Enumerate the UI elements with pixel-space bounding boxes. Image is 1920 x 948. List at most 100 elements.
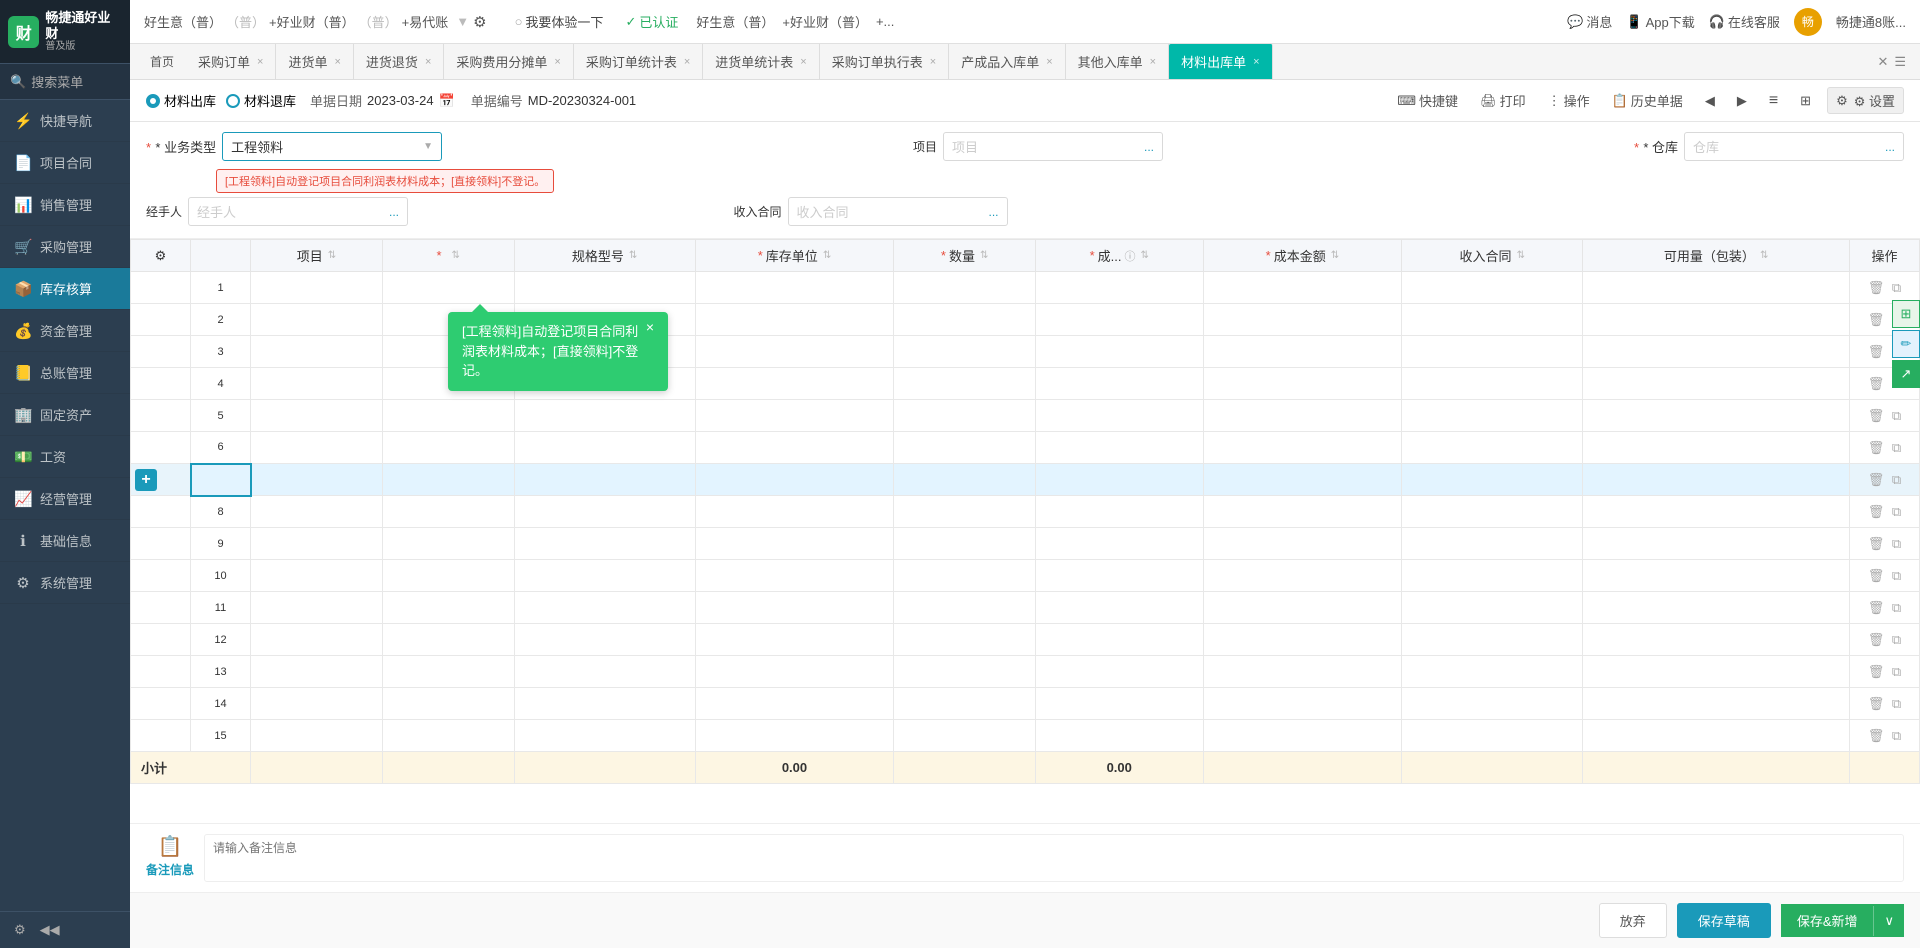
tab-menu[interactable]: ☰ [1894,54,1906,70]
shortcut-btn[interactable]: ⌨ 快捷键 [1391,88,1464,113]
tab-purchase-stats[interactable]: 采购订单统计表 × [574,44,703,80]
delete-icon[interactable]: 🗑 [1868,344,1885,359]
project-input[interactable]: 项目 ... [943,132,1163,161]
delete-icon[interactable]: 🗑 [1868,536,1885,551]
grid-view-btn[interactable]: ⊞ [1794,90,1817,112]
delete-icon[interactable]: 🗑 [1868,600,1885,615]
project-dots[interactable]: ... [1144,140,1154,154]
tab-close[interactable]: × [334,56,340,68]
cell-project[interactable] [251,272,383,304]
info-icon[interactable]: ⓘ [1124,248,1135,264]
topbar-link-haoshengyi[interactable]: 好生意（普） [144,12,222,31]
right-panel-icon-3[interactable]: ↗ [1892,360,1920,388]
prev-btn[interactable]: ◀ [1699,90,1721,112]
copy-icon[interactable]: ⧉ [1892,440,1901,455]
cell-spec[interactable] [514,272,695,304]
copy-icon[interactable]: ⧉ [1892,728,1901,743]
date-value[interactable]: 2023-03-24 [367,93,434,108]
add-row-btn[interactable]: + [135,469,157,491]
handler-dots[interactable]: ... [389,205,399,219]
tab-material-out[interactable]: 材料出库单 × [1169,44,1272,80]
copy-icon[interactable]: ⧉ [1892,408,1901,423]
next-btn[interactable]: ▶ [1731,90,1753,112]
sidebar-item-operations[interactable]: 📈 经营管理 [0,478,130,520]
cell-income-contract[interactable] [1402,272,1583,304]
tab-close[interactable]: × [425,56,431,68]
list-view-btn[interactable]: ≡ [1763,89,1784,113]
right-panel-icon-1[interactable]: ⊞ [1892,300,1920,328]
trial-btn[interactable]: ○ 我要体验一下 [515,12,604,31]
table-settings-icon[interactable]: ⚙ [155,248,167,263]
sidebar-item-ledger[interactable]: 📒 总账管理 [0,352,130,394]
copy-icon[interactable]: ⧉ [1892,664,1901,679]
copy-icon[interactable]: ⧉ [1892,632,1901,647]
delete-icon[interactable]: 🗑 [1868,504,1885,519]
cell-cost-amount[interactable] [1203,272,1402,304]
income-contract-input[interactable]: 收入合同 ... [788,197,1008,226]
tab-close[interactable]: × [1150,56,1156,68]
delete-icon[interactable]: 🗑 [1868,280,1885,295]
tab-close-active[interactable]: × [1253,56,1259,68]
delete-icon[interactable]: 🗑 [1868,728,1885,743]
tab-close[interactable]: × [800,56,806,68]
tab-close-all[interactable]: ✕ [1877,54,1888,70]
delete-icon[interactable]: 🗑 [1868,472,1885,487]
warehouse-input[interactable]: 仓库 ... [1684,132,1904,161]
tab-close[interactable]: × [684,56,690,68]
copy-icon[interactable]: ⧉ [1892,536,1901,551]
user-avatar[interactable]: 畅 [1794,8,1822,36]
save-new-main-btn[interactable]: 保存&新增 [1781,904,1874,937]
sidebar-item-assets[interactable]: 🏢 固定资产 [0,394,130,436]
copy-icon[interactable]: ⧉ [1892,568,1901,583]
topbar-link-2[interactable]: 好生意（普） [696,12,774,31]
tab-close[interactable]: × [1046,56,1052,68]
topbar-link-haoyecai[interactable]: +好业财（普） [269,12,355,31]
delete-icon[interactable]: 🗑 [1868,408,1885,423]
topbar-link-more[interactable]: +... [876,14,894,29]
copy-icon[interactable]: ⧉ [1892,696,1901,711]
tab-close[interactable]: × [554,56,560,68]
sidebar-item-system[interactable]: ⚙ 系统管理 [0,562,130,604]
cell-unit[interactable] [695,272,894,304]
tab-close[interactable]: × [257,56,263,68]
online-service-btn[interactable]: 🎧 在线客服 [1709,12,1780,31]
sidebar-item-sales[interactable]: 📊 销售管理 [0,184,130,226]
sidebar-item-salary[interactable]: 💵 工资 [0,436,130,478]
business-type-input[interactable]: 工程领料 ▼ [222,132,442,161]
tab-incoming[interactable]: 进货单 × [276,44,353,80]
sidebar-item-shortcut[interactable]: ⚡ 快捷导航 [0,100,130,142]
income-dots[interactable]: ... [989,205,999,219]
save-draft-btn[interactable]: 保存草稿 [1677,903,1771,938]
sidebar-item-inventory[interactable]: 📦 库存核算 [0,268,130,310]
radio-material-out[interactable]: 材料出库 [146,91,216,110]
footer-settings-icon[interactable]: ⚙ [14,922,26,938]
handler-input[interactable]: 经手人 ... [188,197,408,226]
history-btn[interactable]: 📋 历史单据 [1606,88,1689,113]
topbar-link-yidaizhang[interactable]: +易代账 [402,12,449,31]
sidebar-search[interactable]: 🔍 搜索菜单 [0,64,130,100]
active-cell-input[interactable] [196,473,246,487]
copy-icon[interactable]: ⧉ [1892,472,1901,487]
notes-input[interactable] [204,834,1904,882]
sidebar-item-project[interactable]: 📄 项目合同 [0,142,130,184]
cell-cost-price[interactable] [1035,272,1203,304]
tooltip-close-btn[interactable]: × [646,320,654,334]
topbar-setting-icon[interactable]: ⚙ [473,13,486,31]
sidebar-item-basic[interactable]: ℹ 基础信息 [0,520,130,562]
tab-product-stock[interactable]: 产成品入库单 × [949,44,1065,80]
cell-qty[interactable] [894,272,1036,304]
app-download-btn[interactable]: 📱 App下载 [1626,12,1694,31]
delete-icon[interactable]: 🗑 [1868,376,1885,391]
delete-icon[interactable]: 🗑 [1868,664,1885,679]
tab-other-stock[interactable]: 其他入库单 × [1066,44,1169,80]
sidebar-item-purchase[interactable]: 🛒 采购管理 [0,226,130,268]
save-new-arrow-btn[interactable]: ∨ [1873,906,1904,936]
radio-material-return[interactable]: 材料退库 [226,91,296,110]
operate-btn[interactable]: ⋮ 操作 [1542,88,1596,113]
th-settings[interactable]: ⚙ [131,240,191,272]
delete-icon[interactable]: 🗑 [1868,440,1885,455]
delete-icon[interactable]: 🗑 [1868,632,1885,647]
sidebar-item-finance[interactable]: 💰 资金管理 [0,310,130,352]
tab-purchase-order[interactable]: 采购订单 × [186,44,276,80]
delete-icon[interactable]: 🗑 [1868,312,1885,327]
